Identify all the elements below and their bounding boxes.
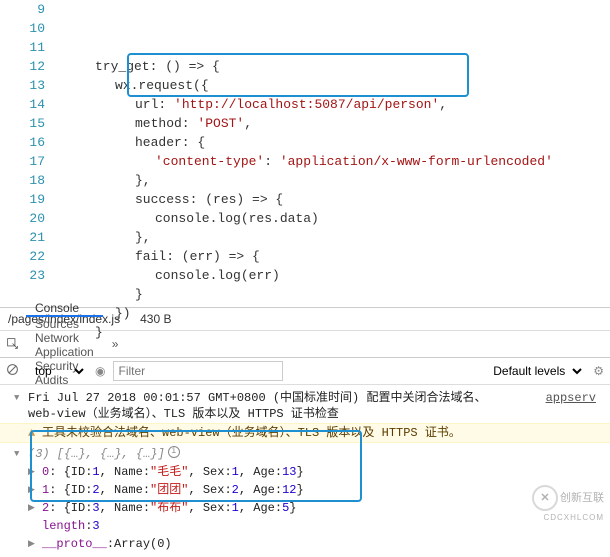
expand-caret-icon[interactable]: ▼ <box>14 446 19 462</box>
code-line[interactable]: }) <box>55 304 610 323</box>
context-select[interactable]: top <box>27 362 87 380</box>
code-editor: 91011121314151617181920212223 try_get: (… <box>0 0 610 308</box>
array-item[interactable]: ▶2: {ID: 3, Name: "布布", Sex: 1, Age: 5} <box>0 499 610 517</box>
code-line[interactable]: method: 'POST', <box>55 114 610 133</box>
line-number: 13 <box>0 76 45 95</box>
filter-input[interactable] <box>113 361 283 381</box>
array-proto[interactable]: ▶ __proto__: Array(0) <box>0 535 610 553</box>
warning-icon: ▲ <box>28 425 35 441</box>
line-gutter: 91011121314151617181920212223 <box>0 0 55 307</box>
array-length: length: 3 <box>0 517 610 535</box>
line-number: 20 <box>0 209 45 228</box>
code-line[interactable]: wx.request({ <box>55 76 610 95</box>
inspect-icon[interactable] <box>6 337 20 351</box>
code-line[interactable]: }, <box>55 171 610 190</box>
code-line[interactable]: try_get: () => { <box>55 57 610 76</box>
code-line[interactable]: console.log(res.data) <box>55 209 610 228</box>
array-item[interactable]: ▶0: {ID: 1, Name: "毛毛", Sex: 1, Age: 13} <box>0 463 610 481</box>
code-line[interactable]: fail: (err) => { <box>55 247 610 266</box>
clear-console-icon[interactable] <box>6 363 19 379</box>
expand-caret-icon[interactable]: ▶ <box>28 500 35 516</box>
expand-caret-icon[interactable]: ▶ <box>28 482 35 498</box>
expand-caret-icon[interactable]: ▼ <box>14 390 19 406</box>
code-line[interactable]: header: { <box>55 133 610 152</box>
settings-icon[interactable]: ⚙ <box>593 364 604 378</box>
line-number: 23 <box>0 266 45 285</box>
console-output: ▼ Fri Jul 27 2018 00:01:57 GMT+0800 (中国标… <box>0 385 610 557</box>
console-log-timestamp[interactable]: ▼ Fri Jul 27 2018 00:01:57 GMT+0800 (中国标… <box>0 389 610 423</box>
console-warning: ▲ 工具未校验合法域名、web-view（业务域名）、TLS 版本以及 HTTP… <box>0 423 610 443</box>
line-number: 22 <box>0 247 45 266</box>
eye-icon[interactable]: ◉ <box>95 364 105 378</box>
expand-caret-icon[interactable]: ▶ <box>28 464 35 480</box>
array-item[interactable]: ▶1: {ID: 2, Name: "团团", Sex: 2, Age: 12} <box>0 481 610 499</box>
line-number: 12 <box>0 57 45 76</box>
line-number: 16 <box>0 133 45 152</box>
line-number: 11 <box>0 38 45 57</box>
info-icon[interactable]: i <box>168 446 180 458</box>
line-number: 9 <box>0 0 45 19</box>
line-number: 17 <box>0 152 45 171</box>
line-number: 18 <box>0 171 45 190</box>
code-line[interactable]: console.log(err) <box>55 266 610 285</box>
watermark-logo: ✕创新互联 CDCXHLCOM <box>524 485 604 521</box>
expand-caret-icon[interactable]: ▶ <box>28 536 35 552</box>
code-line[interactable]: 'content-type': 'application/x-www-form-… <box>55 152 610 171</box>
code-line[interactable]: url: 'http://localhost:5087/api/person', <box>55 95 610 114</box>
code-line[interactable]: } <box>55 285 610 304</box>
code-area[interactable]: try_get: () => {wx.request({url: 'http:/… <box>55 0 610 307</box>
code-line[interactable]: success: (res) => { <box>55 190 610 209</box>
code-line[interactable]: }, <box>55 228 610 247</box>
line-number: 21 <box>0 228 45 247</box>
line-number: 15 <box>0 114 45 133</box>
line-number: 19 <box>0 190 45 209</box>
code-line[interactable]: } <box>55 323 610 342</box>
tab-application[interactable]: Application <box>26 345 103 359</box>
console-array-summary[interactable]: ▼ (3) [{…}, {…}, {…}] i <box>0 445 610 463</box>
levels-select[interactable]: Default levels <box>485 362 585 380</box>
line-number: 10 <box>0 19 45 38</box>
line-number: 14 <box>0 95 45 114</box>
source-link[interactable]: appserv <box>546 390 604 422</box>
